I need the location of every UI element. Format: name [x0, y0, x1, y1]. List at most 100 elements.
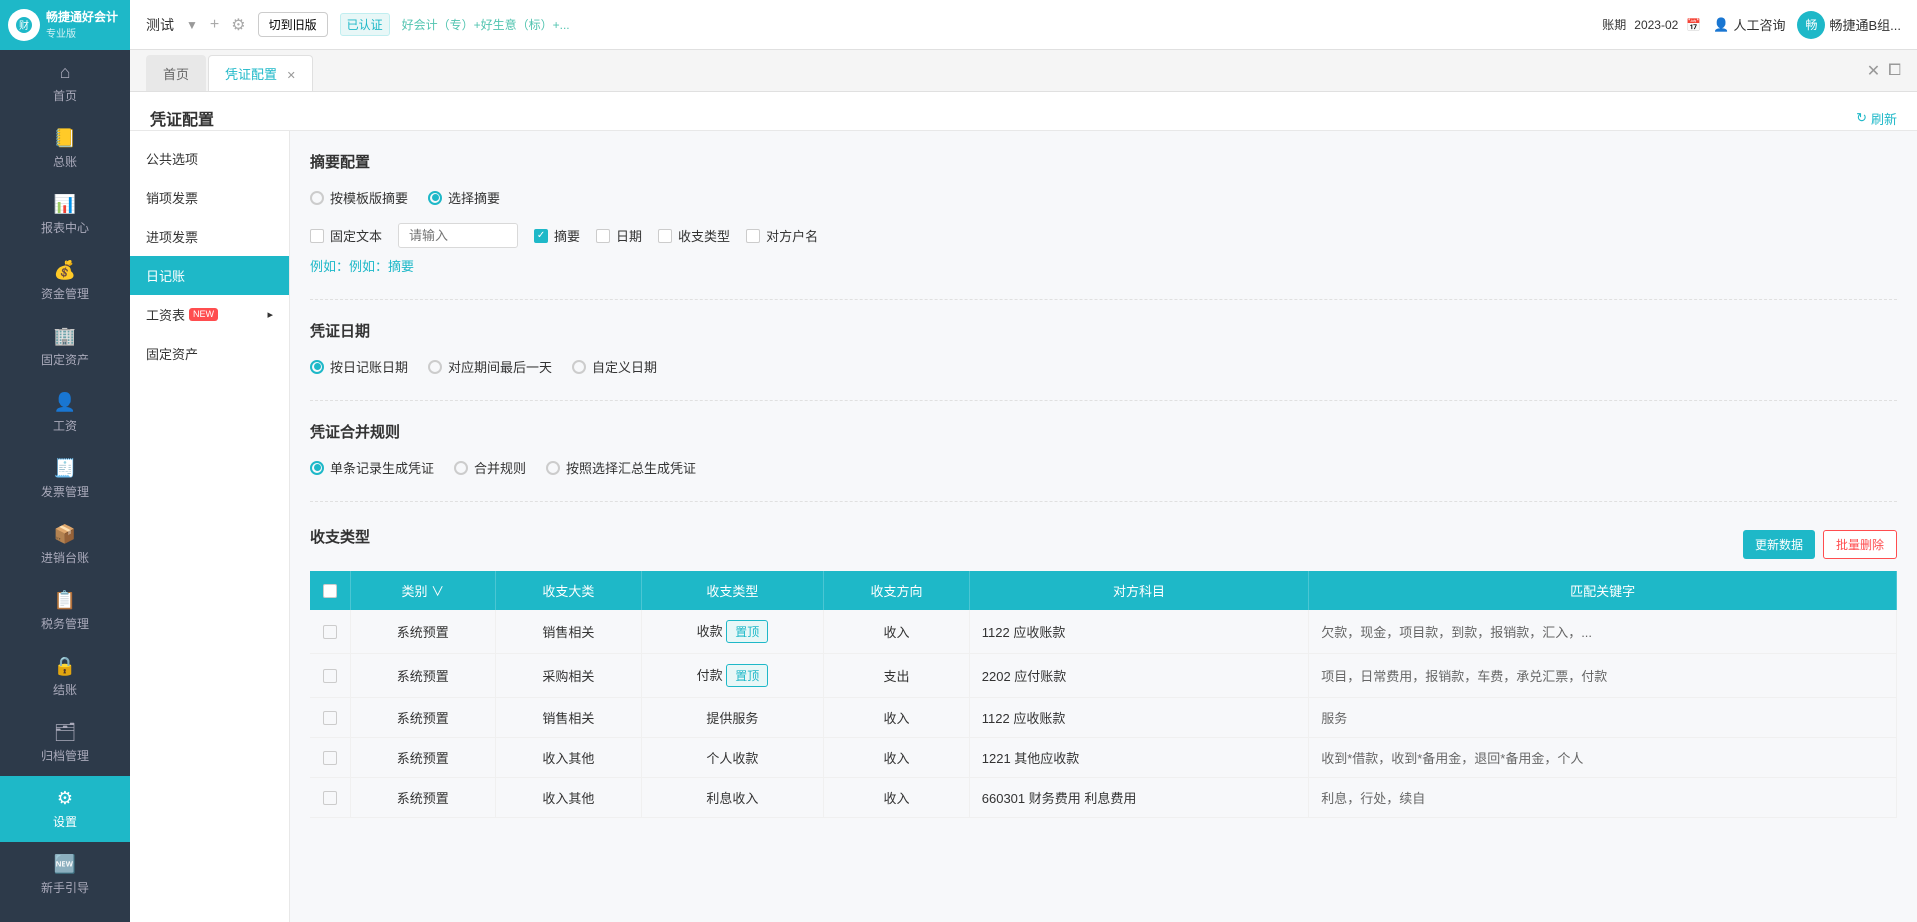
radio-select-summary[interactable]: 选择摘要	[428, 188, 500, 207]
sidebar-item-member[interactable]: ⋁ 畅会员	[0, 908, 130, 922]
batch-delete-btn[interactable]: 批量删除	[1823, 530, 1897, 559]
row-checkbox-0[interactable]	[310, 610, 350, 654]
row-cb-0[interactable]	[323, 625, 337, 639]
table-row: 系统预置 销售相关 收款 置顶 收入 1122 应收账款 欠款，现金，项目款，到…	[310, 610, 1897, 654]
row-checkbox-3[interactable]	[310, 738, 350, 778]
top-tag-btn-0[interactable]: 置顶	[726, 620, 768, 643]
checkbox-box-fixed	[310, 229, 324, 243]
radio-template-summary[interactable]: 按模板版摘要	[310, 188, 408, 207]
radio-circle-journal-date	[310, 360, 324, 374]
update-data-btn[interactable]: 更新数据	[1743, 530, 1815, 559]
sidebar-item-settings[interactable]: ⚙ 设置	[0, 776, 130, 842]
radio-circle-last-day	[428, 360, 442, 374]
sidebar-item-funds[interactable]: 💰 资金管理	[0, 248, 130, 314]
row-big-type-1: 采购相关	[496, 654, 642, 698]
sidebar-item-ledger[interactable]: 📒 总账	[0, 116, 130, 182]
sidebar-item-assets[interactable]: 🏢 固定资产	[0, 314, 130, 380]
row-subject-1: 2202 应付账款	[969, 654, 1308, 698]
row-checkbox-4[interactable]	[310, 778, 350, 818]
refresh-btn[interactable]: ↻ 刷新	[1856, 109, 1897, 128]
income-type-table: 类别 ∨ 收支大类 收支类型 收支方向 对方科目 匹配关键字 系统预置 销售相关	[310, 571, 1897, 818]
row-cb-3[interactable]	[323, 751, 337, 765]
radio-merge-rule[interactable]: 合并规则	[454, 458, 526, 477]
window-maximize-btn[interactable]: ⧠	[1888, 62, 1901, 80]
radio-custom-date[interactable]: 自定义日期	[572, 357, 657, 376]
merge-section-title: 凭证合并规则	[310, 421, 1897, 442]
sidebar-item-archive[interactable]: 🗂 归档管理	[0, 710, 130, 776]
checkbox-fixed-text[interactable]: 固定文本	[310, 226, 382, 245]
radio-journal-date[interactable]: 按日记账日期	[310, 357, 408, 376]
date-section: 凭证日期 按日记账日期 对应期间最后一天 自定义日期	[310, 320, 1897, 376]
row-checkbox-1[interactable]	[310, 654, 350, 698]
sidebar-item-salary[interactable]: 👤 工资	[0, 380, 130, 446]
fixed-text-input[interactable]	[398, 223, 518, 248]
checkbox-box-income	[658, 229, 672, 243]
row-big-type-4: 收入其他	[496, 778, 642, 818]
service-btn[interactable]: 👤 人工咨询	[1713, 15, 1785, 34]
income-header-row: 收支类型 更新数据 批量删除	[310, 522, 1897, 571]
row-type-2: 提供服务	[641, 698, 824, 738]
main-content: 摘要配置 按模板版摘要 选择摘要 固定文本	[290, 131, 1917, 922]
checkbox-date[interactable]: 日期	[596, 226, 642, 245]
sidebar-item-close[interactable]: 🔒 结账	[0, 644, 130, 710]
select-all-checkbox[interactable]	[323, 584, 337, 598]
tab-voucher-config[interactable]: 凭证配置 ✕	[208, 55, 313, 91]
row-cb-4[interactable]	[323, 791, 337, 805]
tabs-actions: ✕ ⧠	[1867, 50, 1901, 92]
sub-nav: 公共选项 销项发票 进项发票 日记账 工资表 NEW ▸ 固定资产	[130, 131, 290, 922]
sidebar-item-guide[interactable]: 🆕 新手引导	[0, 842, 130, 908]
row-category-1: 系统预置	[350, 654, 496, 698]
topbar-settings-btn[interactable]: ⚙	[231, 15, 245, 35]
th-category[interactable]: 类别 ∨	[350, 571, 496, 610]
topbar-module: 测试	[146, 15, 174, 35]
logo-icon: 财	[8, 9, 40, 41]
sub-nav-purchase-invoice[interactable]: 进项发票	[130, 217, 289, 256]
switch-old-version-btn[interactable]: 切到旧版	[258, 12, 328, 37]
sub-nav-payroll[interactable]: 工资表 NEW ▸	[130, 295, 289, 334]
row-cb-1[interactable]	[323, 669, 337, 683]
page-title: 凭证配置	[150, 106, 214, 130]
table-row: 系统预置 采购相关 付款 置顶 支出 2202 应付账款 项目，日常费用，报销款…	[310, 654, 1897, 698]
radio-period-last-day[interactable]: 对应期间最后一天	[428, 357, 552, 376]
date-radio-group: 按日记账日期 对应期间最后一天 自定义日期	[310, 357, 1897, 376]
window-close-btn[interactable]: ✕	[1867, 61, 1880, 81]
page-wrapper: 凭证配置 ↻ 刷新 公共选项 销项发票 进项发票 日记账 工资表 NEW ▸	[130, 92, 1917, 922]
table-row: 系统预置 收入其他 利息收入 收入 660301 财务费用 利息费用 利息，行处…	[310, 778, 1897, 818]
row-direction-0: 收入	[824, 610, 970, 654]
checkbox-box-date	[596, 229, 610, 243]
tab-home[interactable]: 首页	[146, 55, 206, 91]
checkbox-summary[interactable]: ✓ 摘要	[534, 226, 580, 245]
topbar-right: 账期 2023-02 📅 👤 人工咨询 畅 畅捷通B组...	[1602, 11, 1901, 39]
row-keywords-3: 收到*借款，收到*备用金，退回*备用金，个人	[1309, 738, 1897, 778]
company-tag: 好会计（专）+好生意（标）+...	[402, 16, 570, 33]
th-big-type: 收支大类	[496, 571, 642, 610]
checkbox-counterpart[interactable]: 对方户名	[746, 226, 818, 245]
sub-nav-public[interactable]: 公共选项	[130, 139, 289, 178]
user-menu[interactable]: 畅 畅捷通B组...	[1797, 11, 1901, 39]
sidebar-item-purchase[interactable]: 📦 进销台账	[0, 512, 130, 578]
radio-single-voucher[interactable]: 单条记录生成凭证	[310, 458, 434, 477]
sub-nav-fixed-assets[interactable]: 固定资产	[130, 334, 289, 373]
sidebar-item-reports[interactable]: 📊 报表中心	[0, 182, 130, 248]
sub-nav-journal[interactable]: 日记账	[130, 256, 289, 295]
table-row: 系统预置 销售相关 提供服务 收入 1122 应收账款 服务	[310, 698, 1897, 738]
topbar-add-btn[interactable]: +	[210, 16, 219, 34]
row-cb-2[interactable]	[323, 711, 337, 725]
top-tag-btn-1[interactable]: 置顶	[726, 664, 768, 687]
home-icon: ⌂	[60, 62, 71, 83]
radio-summary-voucher[interactable]: 按照选择汇总生成凭证	[546, 458, 696, 477]
sidebar-nav: ⌂ 首页 📒 总账 📊 报表中心 💰 资金管理 🏢 固定资产 👤 工资 🧾 发票…	[0, 50, 130, 922]
row-subject-0: 1122 应收账款	[969, 610, 1308, 654]
sidebar-item-home[interactable]: ⌂ 首页	[0, 50, 130, 116]
divider-3	[310, 501, 1897, 502]
sub-nav-sales-invoice[interactable]: 销项发票	[130, 178, 289, 217]
th-type: 收支类型	[641, 571, 824, 610]
topbar-dropdown-icon[interactable]: ▼	[186, 18, 198, 32]
sidebar-item-tax[interactable]: 📋 税务管理	[0, 578, 130, 644]
sidebar-item-invoice[interactable]: 🧾 发票管理	[0, 446, 130, 512]
checkbox-income-type[interactable]: 收支类型	[658, 226, 730, 245]
calendar-icon[interactable]: 📅	[1686, 18, 1701, 32]
tab-close-icon[interactable]: ✕	[287, 70, 296, 82]
row-checkbox-2[interactable]	[310, 698, 350, 738]
row-type-1: 付款 置顶	[641, 654, 824, 698]
